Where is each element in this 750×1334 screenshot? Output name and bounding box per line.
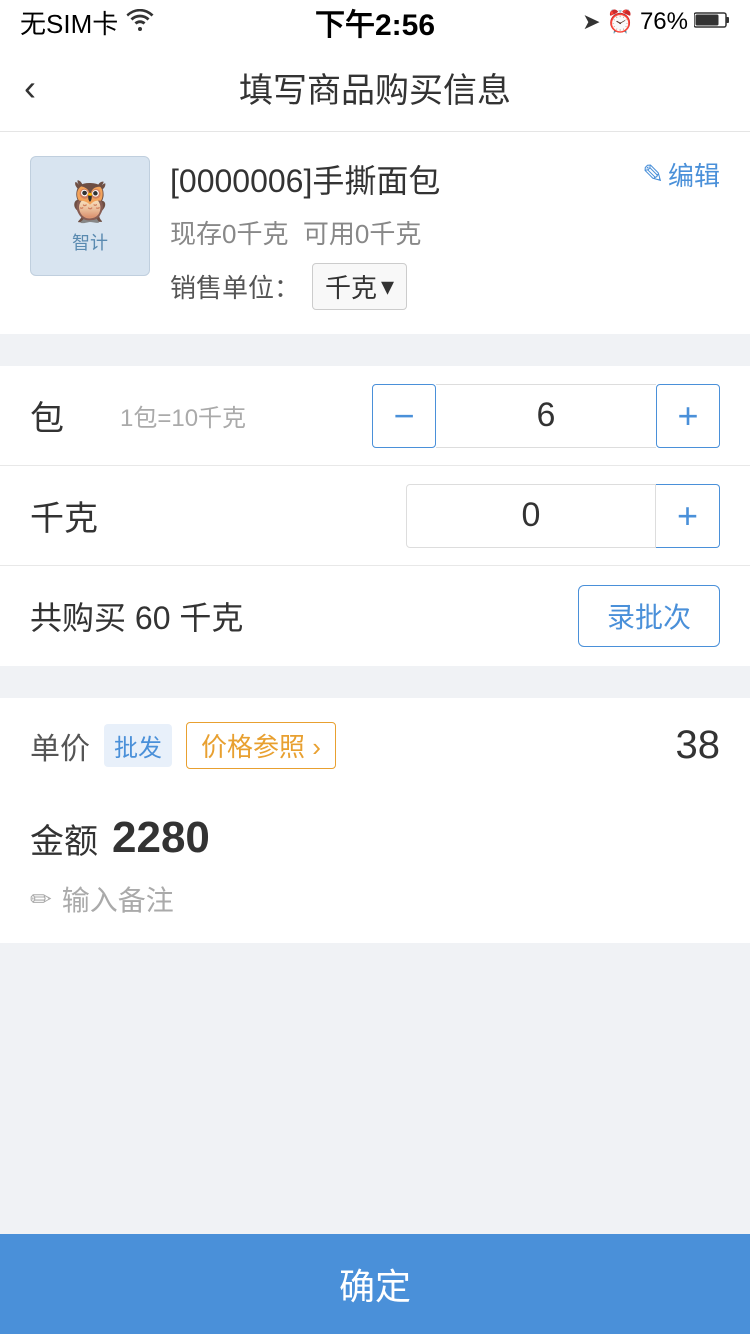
price-label: 单价 xyxy=(30,724,90,768)
product-thumb-brand: 智计 xyxy=(72,229,108,255)
battery-icon xyxy=(694,8,730,36)
product-stock: 现存0千克 可用0千克 xyxy=(170,214,720,251)
product-name: [0000006]手撕面包 xyxy=(170,156,720,202)
summary-section: 共购买 60 千克 录批次 xyxy=(0,566,750,666)
status-left: 无SIM卡 xyxy=(20,4,154,41)
separator-2 xyxy=(0,682,750,698)
bao-label: 包 xyxy=(30,391,110,440)
unit-label: 销售单位： xyxy=(170,268,300,305)
price-section: 单价 批发 价格参照 › 38 xyxy=(0,698,750,789)
nav-bar: ‹ 填写商品购买信息 xyxy=(0,44,750,132)
price-value: 38 xyxy=(676,723,721,768)
status-time: 下午2:56 xyxy=(315,0,435,44)
amount-value: 2280 xyxy=(112,813,210,863)
amount-label: 金额 xyxy=(30,814,98,863)
bao-decrease-button[interactable]: − xyxy=(372,384,436,448)
carrier-text: 无SIM卡 xyxy=(20,4,118,41)
amount-row: 金额 2280 xyxy=(30,813,720,863)
summary-text: 共购买 60 千克 xyxy=(30,593,243,639)
back-button[interactable]: ‹ xyxy=(24,67,36,109)
wifi-icon xyxy=(126,7,154,38)
product-unit-row: 销售单位： 千克 ▾ xyxy=(170,263,720,310)
status-bar: 无SIM卡 下午2:56 ➤ ⏰ 76% xyxy=(0,0,750,44)
kg-row: 千克 + xyxy=(0,466,750,566)
price-row: 单价 批发 价格参照 › 38 xyxy=(30,722,720,769)
bao-input[interactable] xyxy=(436,384,656,448)
unit-dropdown-icon: ▾ xyxy=(381,271,394,302)
product-thumbnail: 🦉 智计 xyxy=(30,156,150,276)
bao-hint: 1包=10千克 xyxy=(120,398,372,433)
location-arrow-icon: ➤ xyxy=(582,9,600,35)
page-title: 填写商品购买信息 xyxy=(239,63,511,112)
batch-button[interactable]: 录批次 xyxy=(578,585,720,647)
status-right: ➤ ⏰ 76% xyxy=(582,8,730,36)
product-info: [0000006]手撕面包 现存0千克 可用0千克 销售单位： 千克 ▾ xyxy=(170,156,720,310)
product-section: 🦉 智计 [0000006]手撕面包 现存0千克 可用0千克 销售单位： 千克 … xyxy=(0,132,750,334)
unit-select[interactable]: 千克 ▾ xyxy=(312,263,407,310)
product-thumb-icon: 🦉 xyxy=(65,178,115,225)
price-tag: 批发 xyxy=(104,724,172,767)
price-ref-button[interactable]: 价格参照 › xyxy=(186,722,336,769)
kg-input[interactable] xyxy=(406,484,656,548)
battery-percent: 76% xyxy=(640,8,688,36)
note-placeholder[interactable]: 输入备注 xyxy=(62,879,174,919)
kg-increase-button[interactable]: + xyxy=(656,484,720,548)
separator-1 xyxy=(0,350,750,366)
note-icon: ✏ xyxy=(30,884,52,915)
summary-quantity: 60 xyxy=(135,600,171,636)
confirm-button[interactable]: 确定 xyxy=(0,1234,750,1334)
edit-icon: ✎ xyxy=(642,159,664,190)
note-row[interactable]: ✏ 输入备注 xyxy=(30,879,720,919)
bao-row: 包 1包=10千克 − + xyxy=(0,366,750,466)
input-section: 包 1包=10千克 − + 千克 + xyxy=(0,366,750,566)
bao-controls: − + xyxy=(372,384,720,448)
alarm-icon: ⏰ xyxy=(607,9,634,35)
kg-controls: + xyxy=(406,484,720,548)
amount-section: 金额 2280 ✏ 输入备注 xyxy=(0,789,750,943)
bao-increase-button[interactable]: + xyxy=(656,384,720,448)
edit-button[interactable]: ✎ 编辑 xyxy=(642,156,720,193)
kg-label: 千克 xyxy=(30,491,110,540)
